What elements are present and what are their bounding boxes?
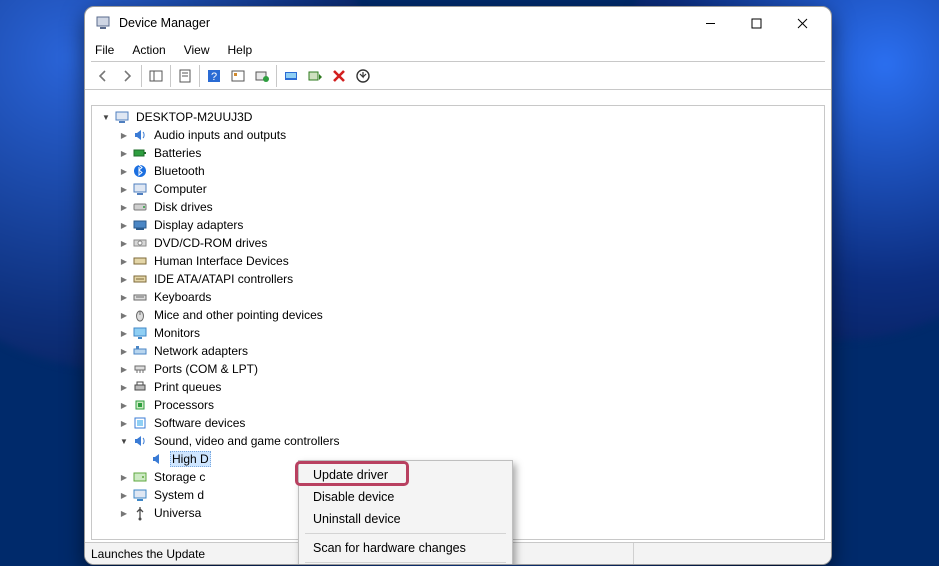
speaker-icon [132, 127, 148, 143]
tree-item-display[interactable]: Display adapters [92, 216, 824, 234]
dvd-icon [132, 235, 148, 251]
tree-item-sound[interactable]: Sound, video and game controllers [92, 432, 824, 450]
show-hide-tree-button[interactable] [144, 64, 168, 88]
menu-item-scan-hardware[interactable]: Scan for hardware changes [301, 537, 510, 559]
disk-icon [132, 199, 148, 215]
help-button[interactable]: ? [202, 64, 226, 88]
battery-icon [132, 145, 148, 161]
hid-icon [132, 253, 148, 269]
disable-button[interactable] [327, 64, 351, 88]
menubar: File Action View Help [85, 39, 831, 61]
tree-item-dvd[interactable]: DVD/CD-ROM drives [92, 234, 824, 252]
tree-root[interactable]: DESKTOP-M2UUJ3D [92, 108, 824, 126]
svg-text:?: ? [211, 71, 217, 83]
menu-item-uninstall-device[interactable]: Uninstall device [301, 508, 510, 530]
tree-item-monitors[interactable]: Monitors [92, 324, 824, 342]
tree-item-keyboards[interactable]: Keyboards [92, 288, 824, 306]
menu-item-disable-device[interactable]: Disable device [301, 486, 510, 508]
menu-file[interactable]: File [93, 41, 116, 59]
monitor-icon [132, 325, 148, 341]
pc-icon [132, 181, 148, 197]
printer-icon [132, 379, 148, 395]
ide-icon [132, 271, 148, 287]
uninstall-button[interactable] [351, 64, 375, 88]
menu-help[interactable]: Help [226, 41, 255, 59]
usb-icon [132, 505, 148, 521]
install-legacy-button[interactable] [303, 64, 327, 88]
tree-item-disk[interactable]: Disk drives [92, 198, 824, 216]
keyboard-icon [132, 289, 148, 305]
titlebar[interactable]: Device Manager [85, 7, 831, 39]
tree-item-network[interactable]: Network adapters [92, 342, 824, 360]
cpu-icon [132, 397, 148, 413]
tree-item-ports[interactable]: Ports (COM & LPT) [92, 360, 824, 378]
gpu-icon [132, 217, 148, 233]
software-icon [132, 415, 148, 431]
maximize-button[interactable] [733, 7, 779, 39]
tree-item-mice[interactable]: Mice and other pointing devices [92, 306, 824, 324]
status-text: Launches the Update [91, 547, 205, 561]
toolbar: ? [85, 62, 831, 90]
speaker-icon [132, 433, 148, 449]
network-icon [132, 343, 148, 359]
tree-item-audio[interactable]: Audio inputs and outputs [92, 126, 824, 144]
forward-button[interactable] [115, 64, 139, 88]
tree-item-hid[interactable]: Human Interface Devices [92, 252, 824, 270]
manage-button[interactable] [226, 64, 250, 88]
scan-hardware-button[interactable] [250, 64, 274, 88]
bluetooth-icon [132, 163, 148, 179]
window-title: Device Manager [119, 16, 210, 30]
close-button[interactable] [779, 7, 825, 39]
minimize-button[interactable] [687, 7, 733, 39]
tree-item-bluetooth[interactable]: Bluetooth [92, 162, 824, 180]
properties-button[interactable] [173, 64, 197, 88]
device-manager-window: Device Manager File Action View Help ? [84, 6, 832, 565]
menu-item-update-driver[interactable]: Update driver [301, 464, 510, 486]
tree-item-ide[interactable]: IDE ATA/ATAPI controllers [92, 270, 824, 288]
app-icon [95, 15, 111, 31]
tree-item-processors[interactable]: Processors [92, 396, 824, 414]
tree-item-computer[interactable]: Computer [92, 180, 824, 198]
menu-view[interactable]: View [182, 41, 212, 59]
storage-icon [132, 469, 148, 485]
tree-item-software[interactable]: Software devices [92, 414, 824, 432]
menu-action[interactable]: Action [130, 41, 167, 59]
mouse-icon [132, 307, 148, 323]
update-driver-button[interactable] [279, 64, 303, 88]
tree-item-print[interactable]: Print queues [92, 378, 824, 396]
back-button[interactable] [91, 64, 115, 88]
computer-icon [114, 109, 130, 125]
context-menu: Update driver Disable device Uninstall d… [298, 460, 513, 565]
system-icon [132, 487, 148, 503]
speaker-icon [150, 451, 166, 467]
tree-item-batteries[interactable]: Batteries [92, 144, 824, 162]
port-icon [132, 361, 148, 377]
